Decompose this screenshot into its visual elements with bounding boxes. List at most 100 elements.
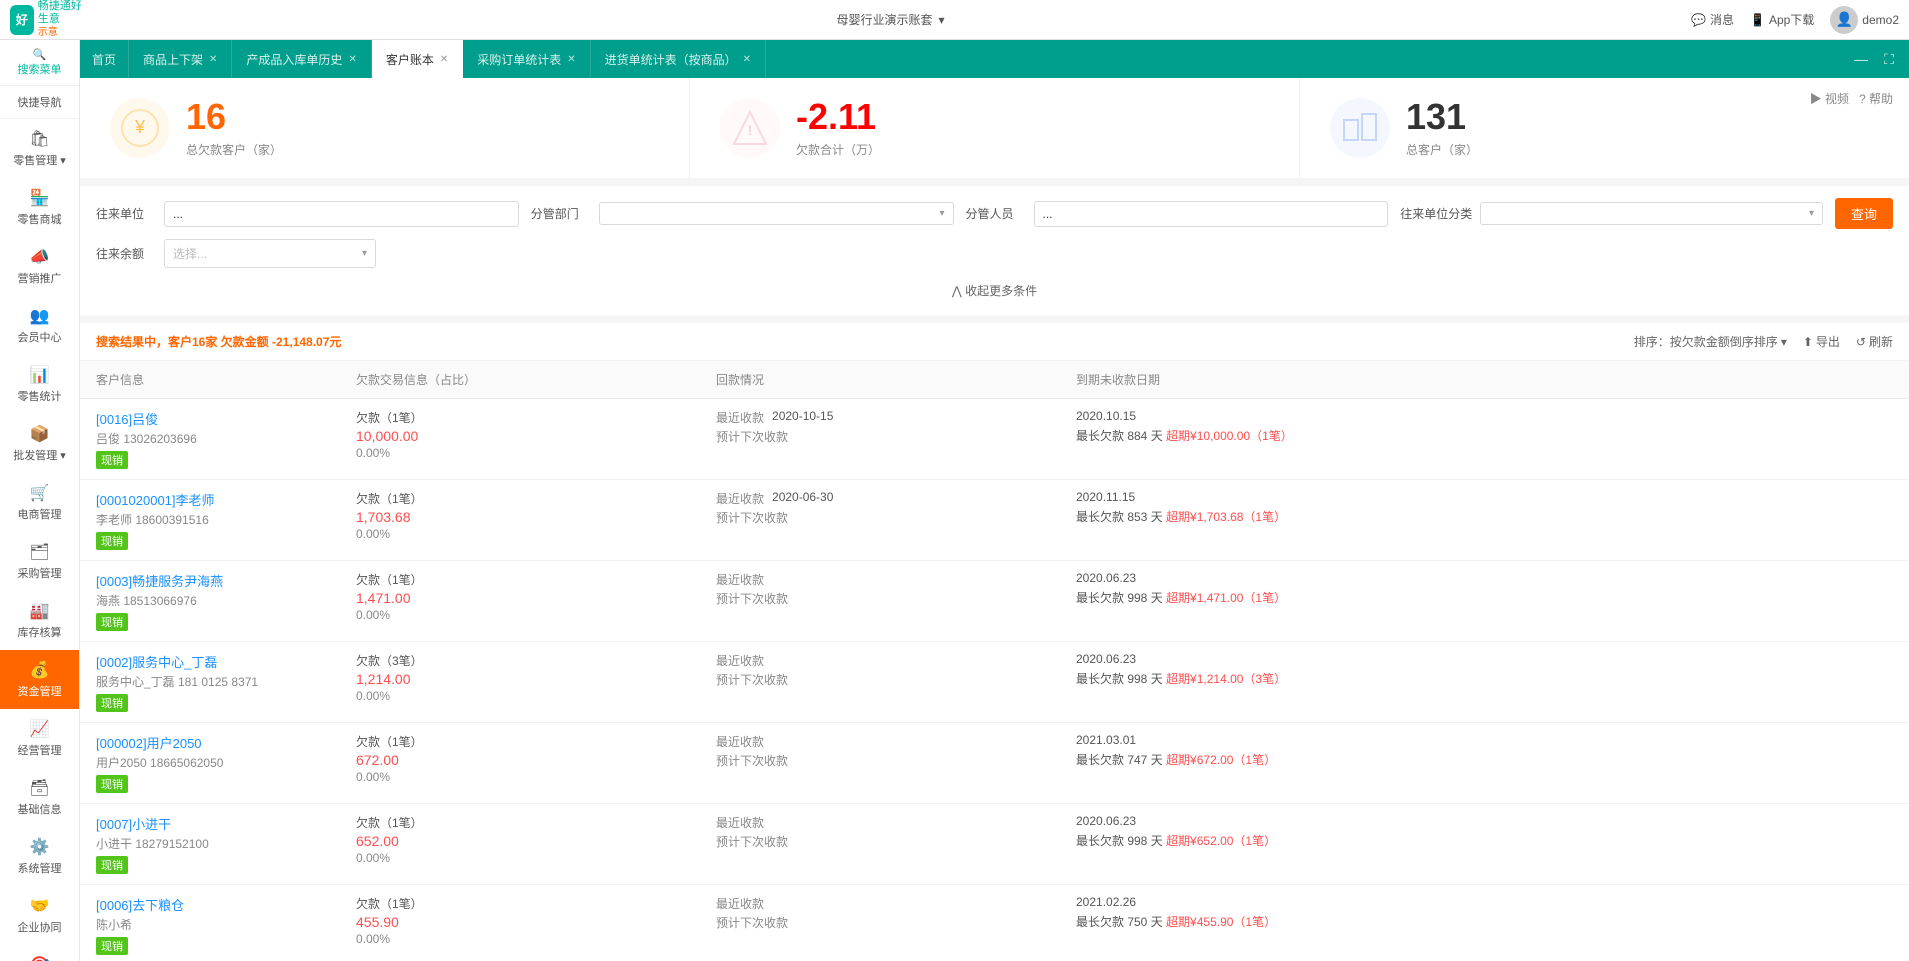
filter-category-input[interactable]: ▾: [1480, 202, 1823, 225]
debt-amount-3[interactable]: 1,214.00: [356, 671, 716, 687]
filter-row-1: 往来单位 ... 分管部门 ▾: [96, 198, 1893, 229]
customer-tag-0: 现销: [96, 451, 128, 469]
customer-name-4[interactable]: [000002]用户2050: [96, 733, 356, 752]
collapse-btn[interactable]: ⋀ 收起更多条件: [96, 278, 1893, 303]
recovery-info-5: 最近收款 预计下次收款: [716, 814, 1076, 852]
filter-dept-input[interactable]: ▾: [599, 202, 954, 225]
stat-number-debt-customers: 16: [186, 99, 282, 135]
filter-category: 往来单位分类 ▾: [1400, 202, 1823, 225]
sidebar-quick-nav[interactable]: 快捷导航: [0, 86, 79, 119]
customer-tag-5: 现销: [96, 856, 128, 874]
tab-customer-account-close[interactable]: ✕: [440, 54, 448, 65]
filter-customer-dots: ...: [173, 207, 183, 221]
tabs-minimize-btn[interactable]: —: [1849, 47, 1873, 71]
customer-name-2[interactable]: [0003]畅捷服务尹海燕: [96, 571, 356, 590]
debt-amount-5[interactable]: 652.00: [356, 833, 716, 849]
recovery-next-1: 预计下次收款: [716, 509, 1076, 526]
sidebar-item-ops[interactable]: 📈 经营管理: [0, 709, 79, 768]
recovery-next-5: 预计下次收款: [716, 833, 1076, 850]
user-avatar-btn[interactable]: 👤 demo2: [1830, 6, 1899, 34]
sidebar-item-member[interactable]: 👥 会员中心: [0, 296, 79, 355]
tab-purchase-order-close[interactable]: ✕: [567, 54, 575, 65]
industry-selector-area[interactable]: 母婴行业演示账套 ▾: [90, 11, 1691, 28]
message-btn[interactable]: 💬 消息: [1691, 11, 1734, 28]
tab-import-stats[interactable]: 进货单统计表（按商品） ✕: [591, 40, 766, 78]
recovery-info-0: 最近收款 2020-10-15 预计下次收款: [716, 409, 1076, 447]
tabs-maximize-btn[interactable]: ⛶: [1877, 47, 1901, 71]
filter-balance-select[interactable]: 选择... ▾: [164, 239, 376, 268]
top-bar: 好 畅捷通好生意示意 母婴行业演示账套 ▾ 💬 消息 📱 App下载 👤 d: [0, 0, 1909, 40]
debt-amount-2[interactable]: 1,471.00: [356, 590, 716, 606]
customer-name-1[interactable]: [0001020001]李老师: [96, 490, 356, 509]
customer-tag-3: 现销: [96, 694, 128, 712]
customer-name-6[interactable]: [0006]去下粮仓: [96, 895, 356, 914]
stat-label-debt-total: 欠款合计（万）: [796, 141, 880, 158]
recent-label-3: 最近收款: [716, 652, 764, 669]
stat-label-debt-customers: 总欠款客户（家）: [186, 141, 282, 158]
newbie-icon: 🎯: [30, 955, 50, 961]
sidebar-item-retail-shop[interactable]: 🏪 零售商城: [0, 178, 79, 237]
refresh-icon: ↺: [1856, 335, 1866, 349]
customer-name-3[interactable]: [0002]服务中心_丁磊: [96, 652, 356, 671]
sidebar-item-retail-stats[interactable]: 📊 零售统计: [0, 355, 79, 414]
sidebar-item-ecommerce[interactable]: 🛒 电商管理: [0, 473, 79, 532]
tab-import-stats-close[interactable]: ✕: [743, 54, 751, 65]
filter-person-input[interactable]: ...: [1034, 201, 1389, 227]
debt-amount-4[interactable]: 672.00: [356, 752, 716, 768]
sidebar-search[interactable]: 🔍 搜索菜单: [0, 40, 79, 86]
export-btn[interactable]: ⬆ 导出: [1803, 333, 1840, 350]
industry-selector[interactable]: 母婴行业演示账套 ▾: [836, 11, 944, 28]
tab-product-history-close[interactable]: ✕: [348, 54, 356, 65]
recent-label-5: 最近收款: [716, 814, 764, 831]
sidebar-item-retail-mgmt[interactable]: 🛍 零售管理 ▾: [0, 119, 79, 178]
sidebar-item-enterprise[interactable]: 🤝 企业协同: [0, 886, 79, 945]
stats-row: ¥ 16 总欠款客户（家） !: [80, 78, 1909, 178]
recovery-info-4: 最近收款 预计下次收款: [716, 733, 1076, 771]
inventory-icon: 🏭: [30, 601, 50, 621]
stat-number-total-customers: 131: [1406, 99, 1478, 135]
debt-amount-1[interactable]: 1,703.68: [356, 509, 716, 525]
overdue-link-0[interactable]: 超期¥10,000.00（1笔）: [1166, 429, 1293, 443]
refresh-btn[interactable]: ↺ 刷新: [1856, 333, 1893, 350]
next-label-3: 预计下次收款: [716, 671, 788, 688]
tab-product-toggle-label: 商品上下架: [143, 51, 203, 68]
sidebar-item-base-info[interactable]: 🗃 基础信息: [0, 768, 79, 827]
stat-icon-total: !: [720, 98, 780, 158]
sidebar-item-purchase[interactable]: 🗂 采购管理: [0, 532, 79, 591]
sidebar-item-batch-mgmt[interactable]: 📦 批发管理 ▾: [0, 414, 79, 473]
overdue-link-5[interactable]: 超期¥652.00（1笔）: [1166, 834, 1276, 848]
help-btn[interactable]: ? 帮助: [1859, 90, 1893, 107]
sidebar-item-finance[interactable]: 💰 资金管理: [0, 650, 79, 709]
debt-amount-0[interactable]: 10,000.00: [356, 428, 716, 444]
overdue-link-6[interactable]: 超期¥455.90（1笔）: [1166, 915, 1276, 929]
video-btn[interactable]: ▶ 视频: [1810, 90, 1849, 107]
filter-category-label: 往来单位分类: [1400, 205, 1472, 222]
app-download-btn[interactable]: 📱 App下载: [1750, 11, 1814, 28]
sidebar-item-system[interactable]: ⚙️ 系统管理: [0, 827, 79, 886]
tab-product-toggle-close[interactable]: ✕: [209, 54, 217, 65]
customer-name-5[interactable]: [0007]小进干: [96, 814, 356, 833]
next-label-1: 预计下次收款: [716, 509, 788, 526]
tab-product-history[interactable]: 产成品入库单历史 ✕: [232, 40, 371, 78]
overdue-link-1[interactable]: 超期¥1,703.68（1笔）: [1166, 510, 1286, 524]
debt-info-5: 欠款（1笔） 652.00 0.00%: [356, 814, 716, 865]
sidebar-item-inventory[interactable]: 🏭 库存核算: [0, 591, 79, 650]
sidebar: 🔍 搜索菜单 快捷导航 🛍 零售管理 ▾ 🏪 零售商城 📣 营销推广 👥 会员中…: [0, 40, 80, 961]
chevron-down-icon-2: ▾: [1809, 208, 1814, 219]
filter-customer-input[interactable]: ...: [164, 201, 519, 227]
debt-amount-6[interactable]: 455.90: [356, 914, 716, 930]
customer-tag-4: 现销: [96, 775, 128, 793]
sidebar-item-marketing[interactable]: 📣 营销推广: [0, 237, 79, 296]
tab-product-history-label: 产成品入库单历史: [246, 51, 342, 68]
overdue-link-2[interactable]: 超期¥1,471.00（1笔）: [1166, 591, 1286, 605]
tab-purchase-order[interactable]: 采购订单统计表 ✕: [463, 40, 590, 78]
overdue-link-3[interactable]: 超期¥1,214.00（3笔）: [1166, 672, 1286, 686]
logo-text: 畅捷通好生意示意: [38, 0, 90, 39]
sidebar-item-newbie[interactable]: 🎯 新手引导: [0, 945, 79, 961]
tab-customer-account[interactable]: 客户账本 ✕: [372, 40, 463, 78]
tab-product-toggle[interactable]: 商品上下架 ✕: [129, 40, 232, 78]
customer-name-0[interactable]: [0016]吕俊: [96, 409, 356, 428]
search-button[interactable]: 查询: [1835, 198, 1893, 229]
tab-home[interactable]: 首页: [80, 40, 129, 78]
overdue-link-4[interactable]: 超期¥672.00（1笔）: [1166, 753, 1276, 767]
